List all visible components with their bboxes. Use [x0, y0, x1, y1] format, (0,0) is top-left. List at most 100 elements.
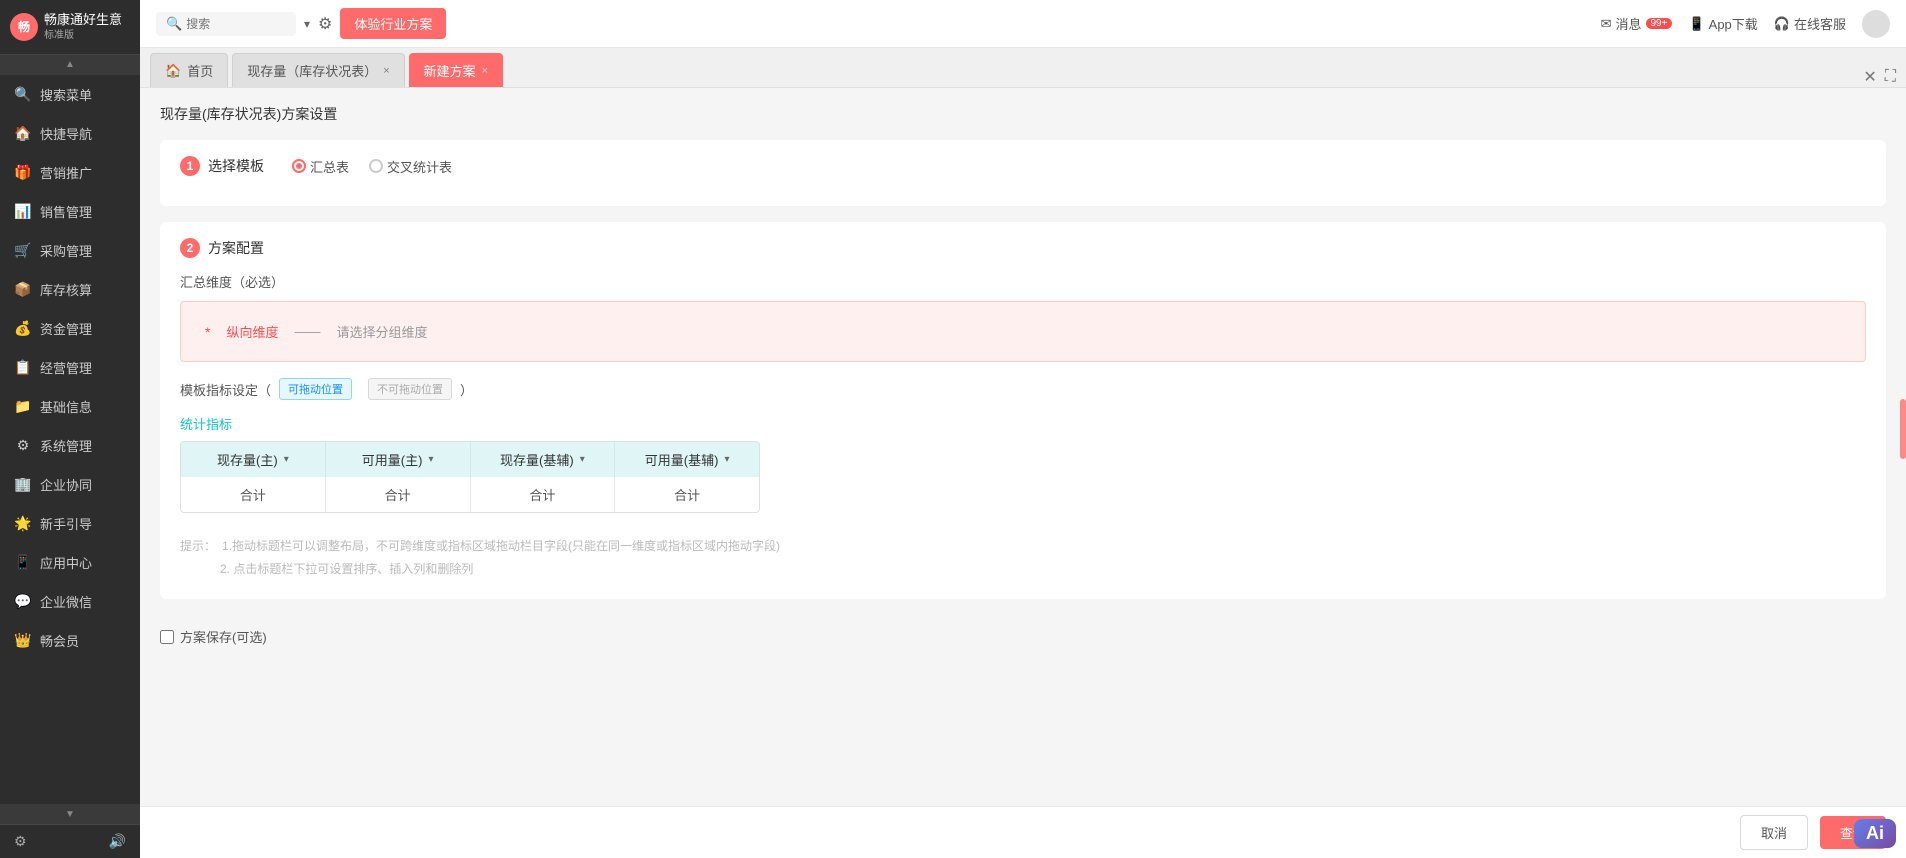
expand-icon[interactable]: ⛶: [1885, 68, 1896, 86]
app-logo: 畅 畅康通好生意 标准版: [0, 0, 140, 55]
dim-required-area[interactable]: * 纵向维度 —— 请选择分组维度: [180, 301, 1866, 362]
sidebar-item-wechat[interactable]: 💬 企业微信: [0, 582, 140, 621]
dim-label: 汇总维度（必选）: [180, 272, 1866, 291]
user-avatar[interactable]: [1862, 10, 1890, 38]
money-icon: 💰: [14, 319, 32, 337]
search-icon: 🔍: [14, 85, 32, 103]
sidebar-item-newbie[interactable]: 🌟 新手引导: [0, 504, 140, 543]
sidebar-item-label: 采购管理: [40, 241, 92, 260]
tab-new-plan-close[interactable]: ×: [482, 65, 488, 77]
movable-badge: 可拖动位置: [279, 378, 352, 400]
chat-icon: 💬: [14, 592, 32, 610]
operation-icon: 📋: [14, 358, 32, 376]
stats-body-col-3: 合计: [615, 477, 759, 512]
sidebar-item-system[interactable]: ⚙ 系统管理: [0, 426, 140, 465]
sidebar-item-app-center[interactable]: 📱 应用中心: [0, 543, 140, 582]
app-download-btn[interactable]: 📱 App下载: [1688, 14, 1757, 33]
sidebar-item-label: 畅会员: [40, 631, 79, 650]
box-icon: 📦: [14, 280, 32, 298]
sidebar-item-marketing[interactable]: 🎁 营销推广: [0, 153, 140, 192]
home-icon: 🏠: [14, 124, 32, 142]
sidebar-scroll-up[interactable]: ▲: [0, 55, 140, 75]
crown-icon: 👑: [14, 631, 32, 649]
radio-summary-label: 汇总表: [310, 157, 349, 176]
building-icon: 🏢: [14, 475, 32, 493]
stats-header-col-2[interactable]: 现存量(基辅) ▾: [471, 442, 616, 477]
save-label: 方案保存(可选): [180, 627, 267, 646]
page-title: 现存量(库存状况表)方案设置: [160, 104, 1886, 124]
template-indicators: 模板指标设定（ 可拖动位置 不可拖动位置 ） 统计指标 现存量(主) ▾: [180, 378, 1866, 513]
chevron-down-icon-0: ▾: [284, 454, 289, 465]
required-asterisk: *: [205, 324, 210, 340]
sidebar-item-label: 销售管理: [40, 202, 92, 221]
cart-icon: 🛒: [14, 241, 32, 259]
message-icon: ✉: [1601, 16, 1612, 32]
sidebar-item-operation[interactable]: 📋 经营管理: [0, 348, 140, 387]
online-service-btn[interactable]: 🎧 在线客服: [1774, 14, 1846, 33]
tabbar: 🏠 首页 现存量（库存状况表） × 新建方案 × ✕ ⛶: [140, 48, 1906, 88]
footer: 取消 查询: [140, 806, 1906, 858]
main-area: 🔍 ▾ ⚙ 体验行业方案 ✉ 消息 99+ 📱 App下载 🎧 在线客服: [140, 0, 1906, 858]
ai-badge[interactable]: Ai: [1854, 819, 1896, 848]
settings-icon[interactable]: ⚙: [14, 833, 27, 850]
chevron-down-icon-1: ▾: [428, 454, 433, 465]
sound-icon[interactable]: 🔊: [109, 833, 126, 850]
folder-icon: 📁: [14, 397, 32, 415]
stats-body-col-1: 合计: [326, 477, 471, 512]
tab-inventory-close[interactable]: ×: [383, 65, 389, 77]
sidebar-item-label: 新手引导: [40, 514, 92, 533]
sidebar-item-search[interactable]: 🔍 搜索菜单: [0, 75, 140, 114]
step2-title: 方案配置: [208, 238, 264, 258]
chevron-down-icon-3: ▾: [724, 454, 729, 465]
message-btn[interactable]: ✉ 消息 99+: [1601, 14, 1673, 33]
save-row: 方案保存(可选): [160, 615, 1886, 658]
tab-inventory[interactable]: 现存量（库存状况表） ×: [232, 53, 404, 87]
sidebar-scroll-down[interactable]: ▼: [0, 804, 140, 824]
template-radio-group: 汇总表 交叉统计表: [292, 157, 452, 176]
tab-home-label: 首页: [187, 61, 213, 80]
sidebar-nav: 🔍 搜索菜单 🏠 快捷导航 🎁 营销推广 📊 销售管理 🛒 采购管理 📦 库存核…: [0, 75, 140, 804]
radio-cross[interactable]: 交叉统计表: [369, 157, 452, 176]
radio-cross-label: 交叉统计表: [387, 157, 452, 176]
tip-label: 提示： 1.拖动标题栏可以调整布局，不可跨维度或指标区域拖动栏目字段(只能在同一…: [180, 537, 1866, 554]
tab-new-plan[interactable]: 新建方案 ×: [409, 53, 503, 87]
tab-new-plan-label: 新建方案: [424, 61, 476, 80]
cancel-button[interactable]: 取消: [1740, 815, 1808, 850]
search-input[interactable]: [186, 17, 286, 31]
tab-home[interactable]: 🏠 首页: [150, 53, 228, 87]
tab-inventory-label: 现存量（库存状况表）: [247, 61, 377, 80]
indicator-label: 模板指标设定（ 可拖动位置 不可拖动位置 ）: [180, 378, 1866, 400]
right-scroll-indicator: [1900, 399, 1906, 459]
sidebar-bottom: ⚙ 🔊: [0, 824, 140, 858]
dim-vertical-label: 纵向维度: [226, 322, 278, 341]
sidebar-item-purchase[interactable]: 🛒 采购管理: [0, 231, 140, 270]
dropdown-arrow[interactable]: ▾: [304, 17, 310, 31]
step1-title: 选择模板: [208, 156, 264, 176]
stats-header-col-0[interactable]: 现存量(主) ▾: [181, 442, 326, 477]
message-label: 消息: [1615, 14, 1641, 33]
sidebar-item-sales[interactable]: 📊 销售管理: [0, 192, 140, 231]
radio-summary-dot: [292, 159, 306, 173]
topbar-search[interactable]: 🔍: [156, 12, 296, 36]
stats-header-col-3[interactable]: 可用量(基辅) ▾: [615, 442, 759, 477]
trial-btn[interactable]: 体验行业方案: [340, 8, 446, 39]
save-checkbox[interactable]: [160, 630, 174, 644]
radio-summary[interactable]: 汇总表: [292, 157, 349, 176]
sidebar-item-base-info[interactable]: 📁 基础信息: [0, 387, 140, 426]
sidebar-item-label: 快捷导航: [40, 124, 92, 143]
sidebar-item-finance[interactable]: 💰 资金管理: [0, 309, 140, 348]
sidebar-item-label: 应用中心: [40, 553, 92, 572]
chevron-down-icon-2: ▾: [580, 454, 585, 465]
sidebar-item-enterprise[interactable]: 🏢 企业协同: [0, 465, 140, 504]
stats-body-row: 合计 合计 合计 合计: [181, 477, 759, 512]
topbar-gear-icon[interactable]: ⚙: [318, 14, 332, 34]
sidebar-item-inventory[interactable]: 📦 库存核算: [0, 270, 140, 309]
chart-icon: 📊: [14, 202, 32, 220]
stats-header-row: 现存量(主) ▾ 可用量(主) ▾ 现存量(基辅) ▾: [181, 442, 759, 477]
sidebar-item-member[interactable]: 👑 畅会员: [0, 621, 140, 660]
sidebar-item-quick-nav[interactable]: 🏠 快捷导航: [0, 114, 140, 153]
sidebar-item-label: 企业协同: [40, 475, 92, 494]
close-window-icon[interactable]: ✕: [1863, 67, 1876, 87]
star-icon: 🌟: [14, 514, 32, 532]
stats-header-col-1[interactable]: 可用量(主) ▾: [326, 442, 471, 477]
